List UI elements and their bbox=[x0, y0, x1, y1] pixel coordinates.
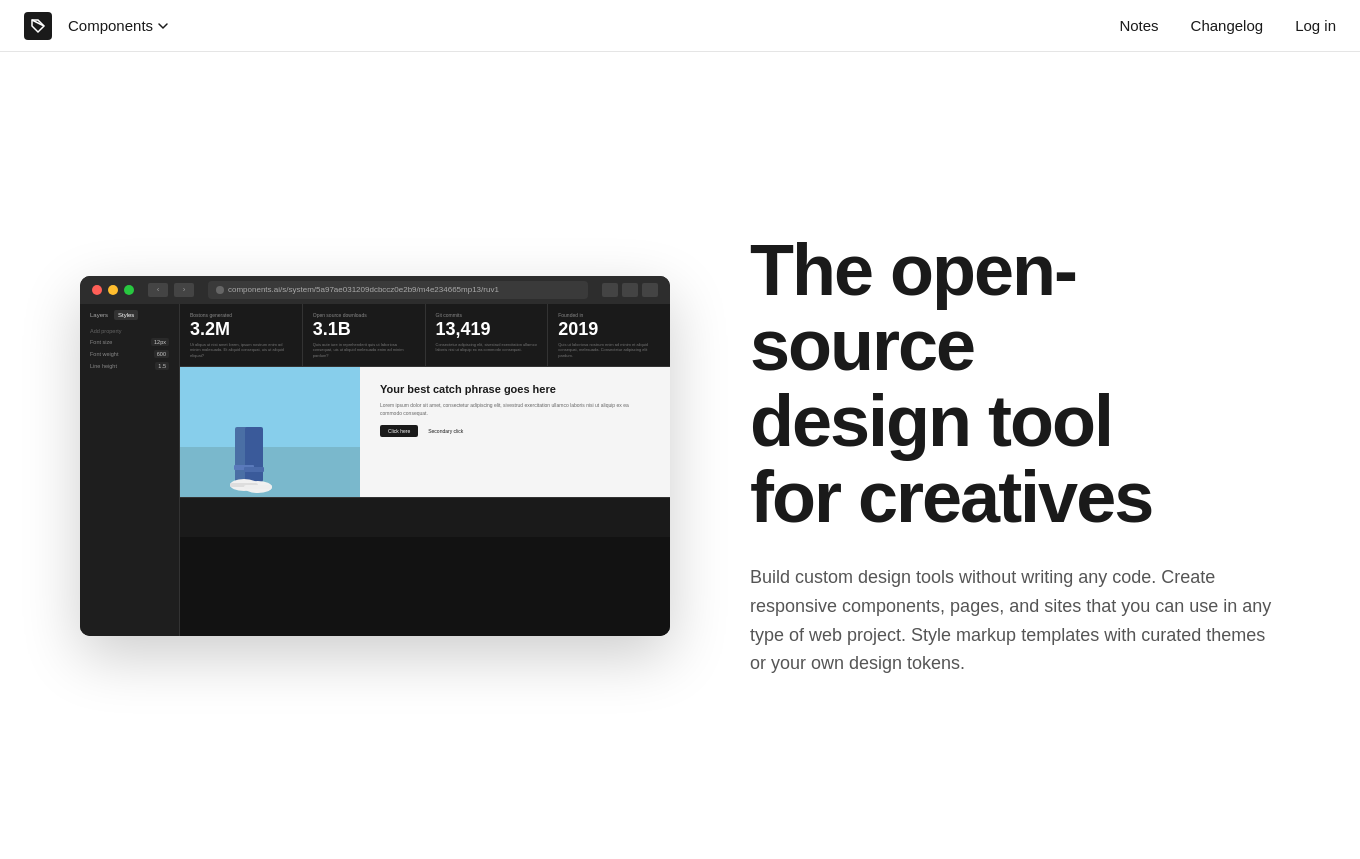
line-height-label: Line height bbox=[90, 363, 117, 369]
stats-row: Bostons generated 3.2M Ut aliqua ut nist… bbox=[180, 304, 670, 368]
stat-label-0: Bostons generated bbox=[190, 312, 292, 318]
font-size-label: Font size bbox=[90, 339, 112, 345]
stat-number-0: 3.2M bbox=[190, 320, 292, 338]
hero-description: Build custom design tools without writin… bbox=[750, 563, 1280, 678]
styles-tab[interactable]: Styles bbox=[114, 310, 138, 320]
stat-number-3: 2019 bbox=[558, 320, 660, 338]
font-weight-label: Font weight bbox=[90, 351, 118, 357]
svg-rect-3 bbox=[245, 427, 263, 482]
font-size-value: 12px bbox=[151, 338, 169, 346]
stat-label-1: Open source downloads bbox=[313, 312, 415, 318]
font-weight-value: 600 bbox=[154, 350, 169, 358]
stat-desc-1: Quis aute iure in reprehenderit quis ut … bbox=[313, 342, 415, 359]
traffic-light-yellow[interactable] bbox=[108, 285, 118, 295]
stat-label-3: Founded in bbox=[558, 312, 660, 318]
components-label: Components bbox=[68, 17, 153, 34]
traffic-light-green[interactable] bbox=[124, 285, 134, 295]
hero-image-svg bbox=[180, 367, 360, 497]
browser-share-btn[interactable] bbox=[602, 283, 618, 297]
hero-heading-line3: for creatives bbox=[750, 457, 1152, 537]
components-button[interactable]: Components bbox=[60, 13, 177, 38]
notes-link[interactable]: Notes bbox=[1119, 17, 1158, 34]
line-height-row: Line height 1.5 bbox=[86, 360, 173, 372]
mockup-buttons: Click here Secondary click bbox=[380, 425, 650, 437]
main-content: ‹ › components.ai/s/system/5a97ae031209d… bbox=[0, 52, 1360, 859]
mockup-secondary-btn[interactable]: Secondary click bbox=[424, 425, 467, 437]
sidebar-tabs: Layers Styles bbox=[86, 310, 173, 320]
mockup-container: ‹ › components.ai/s/system/5a97ae031209d… bbox=[80, 276, 670, 636]
hero-heading: The open-source design tool for creative… bbox=[750, 233, 1280, 535]
font-weight-row: Font weight 600 bbox=[86, 348, 173, 360]
line-height-value: 1.5 bbox=[155, 362, 169, 370]
browser-titlebar: ‹ › components.ai/s/system/5a97ae031209d… bbox=[80, 276, 670, 304]
stat-cell-3: Founded in 2019 Quis ut laboriosa nostru… bbox=[548, 304, 670, 367]
sidebar-properties: Add property Font size 12px Font weight … bbox=[86, 326, 173, 372]
browser-controls: ‹ › bbox=[148, 283, 194, 297]
navbar-left: Components bbox=[24, 12, 177, 40]
login-link[interactable]: Log in bbox=[1295, 17, 1336, 34]
browser-body: Layers Styles Add property Font size 12p… bbox=[80, 304, 670, 636]
traffic-light-red[interactable] bbox=[92, 285, 102, 295]
stat-number-2: 13,419 bbox=[436, 320, 538, 338]
mockup-bottom-strip bbox=[180, 497, 670, 537]
mockup-primary-btn[interactable]: Click here bbox=[380, 425, 418, 437]
stat-number-1: 3.1B bbox=[313, 320, 415, 338]
stat-cell-1: Open source downloads 3.1B Quis aute iur… bbox=[303, 304, 426, 367]
mockup-hero-text: Lorem ipsum dolor sit amet, consectetur … bbox=[380, 402, 650, 417]
lock-icon bbox=[216, 286, 224, 294]
mockup-hero-title: Your best catch phrase goes here bbox=[380, 383, 650, 396]
hero-heading-line1: The open-source bbox=[750, 230, 1076, 386]
browser-sidebar: Layers Styles Add property Font size 12p… bbox=[80, 304, 180, 636]
stat-desc-0: Ut aliqua ut nist amet lorem, ipsum nost… bbox=[190, 342, 292, 359]
browser-back-btn[interactable]: ‹ bbox=[148, 283, 168, 297]
browser-more-btn[interactable] bbox=[642, 283, 658, 297]
chevron-down-icon bbox=[157, 20, 169, 32]
browser-action-btns bbox=[602, 283, 658, 297]
browser-editor: Bostons generated 3.2M Ut aliqua ut nist… bbox=[180, 304, 670, 636]
stat-desc-3: Quis ut laboriosa nostrum enim ad minim … bbox=[558, 342, 660, 359]
hero-text: The open-source design tool for creative… bbox=[750, 233, 1280, 679]
browser-url-bar[interactable]: components.ai/s/system/5a97ae031209dcbcc… bbox=[208, 281, 588, 299]
stat-label-2: Git commits bbox=[436, 312, 538, 318]
add-property-label: Add property bbox=[86, 326, 173, 336]
browser-forward-btn[interactable]: › bbox=[174, 283, 194, 297]
layers-tab[interactable]: Layers bbox=[86, 310, 112, 320]
stat-cell-0: Bostons generated 3.2M Ut aliqua ut nist… bbox=[180, 304, 303, 367]
back-icon: ‹ bbox=[157, 285, 160, 294]
mockup-hero-image bbox=[180, 367, 360, 497]
logo-icon[interactable] bbox=[24, 12, 52, 40]
stat-cell-2: Git commits 13,419 Consectetur adipiscin… bbox=[426, 304, 549, 367]
svg-rect-9 bbox=[244, 485, 272, 489]
mockup-hero-content: Your best catch phrase goes here Lorem i… bbox=[360, 367, 670, 497]
font-size-row: Font size 12px bbox=[86, 336, 173, 348]
forward-icon: › bbox=[183, 285, 186, 294]
navbar: Components Notes Changelog Log in bbox=[0, 0, 1360, 52]
navbar-right: Notes Changelog Log in bbox=[1119, 17, 1336, 34]
mockup-hero: Your best catch phrase goes here Lorem i… bbox=[180, 367, 670, 497]
url-text: components.ai/s/system/5a97ae031209dcbcc… bbox=[228, 285, 499, 294]
browser-add-tab-btn[interactable] bbox=[622, 283, 638, 297]
svg-rect-5 bbox=[244, 467, 264, 472]
browser-window: ‹ › components.ai/s/system/5a97ae031209d… bbox=[80, 276, 670, 636]
hero-heading-line2: design tool bbox=[750, 381, 1112, 461]
stat-desc-2: Consectetur adipiscing elit, sivestrud e… bbox=[436, 342, 538, 353]
changelog-link[interactable]: Changelog bbox=[1191, 17, 1264, 34]
